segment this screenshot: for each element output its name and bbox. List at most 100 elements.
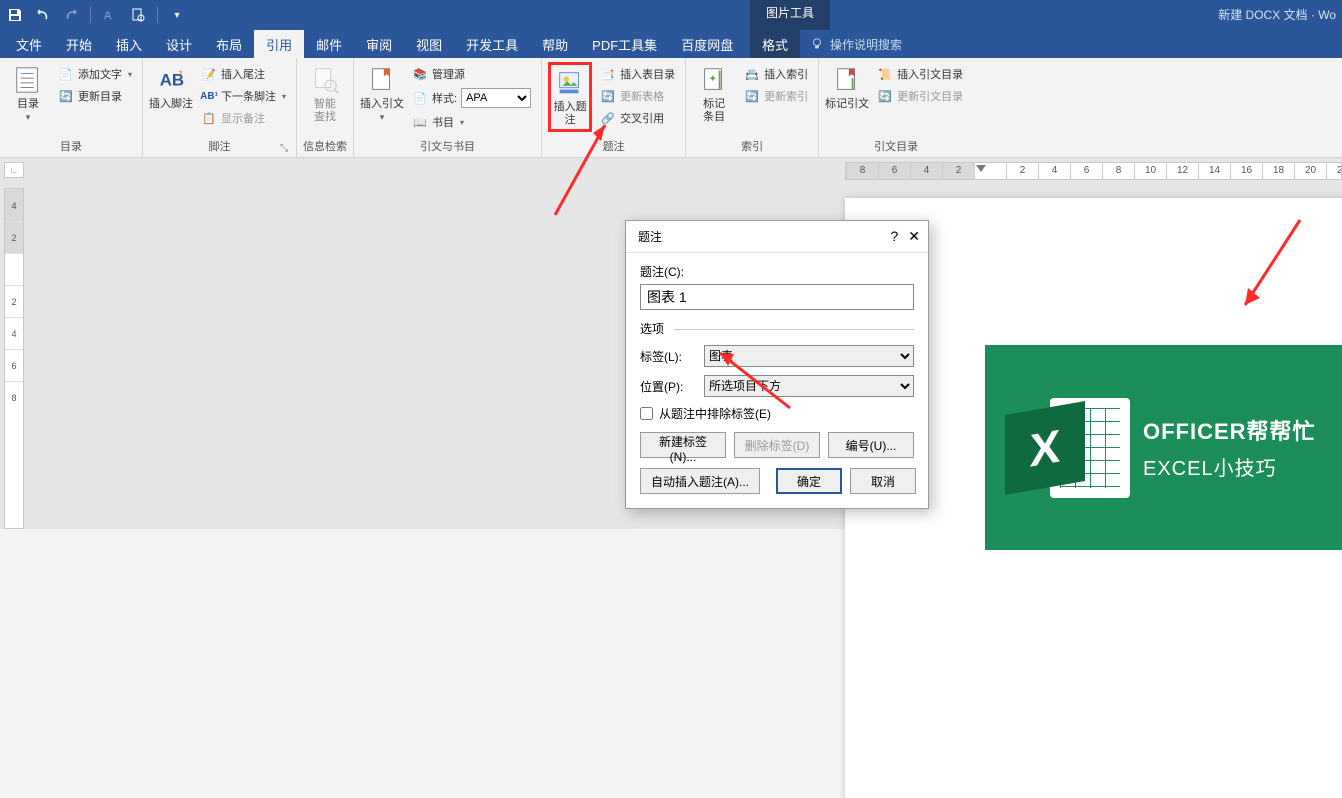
new-label-button[interactable]: 新建标签(N)... — [640, 432, 726, 458]
lightbulb-icon — [810, 37, 824, 51]
ruler-tick: 10 — [1134, 163, 1166, 179]
tab-help[interactable]: 帮助 — [530, 30, 580, 58]
update-toc-button[interactable]: 🔄更新目录 — [54, 86, 136, 106]
next-footnote-button[interactable]: AB¹下一条脚注▾ — [197, 86, 290, 106]
qat-customize-icon[interactable]: ▾ — [166, 4, 188, 26]
ruler-corner: ∟ — [4, 162, 24, 178]
tab-design[interactable]: 设计 — [154, 30, 204, 58]
insert-endnote-button[interactable]: 📝插入尾注 — [197, 64, 290, 84]
exclude-label-checkbox[interactable] — [640, 407, 653, 420]
position-label: 位置(P): — [640, 378, 696, 395]
tab-review[interactable]: 审阅 — [354, 30, 404, 58]
ruler-vertical[interactable]: 4 2 2 4 6 8 — [4, 188, 24, 529]
group-label-caption: 题注 — [548, 136, 679, 157]
ruler-tick: 18 — [1262, 163, 1294, 179]
help-icon[interactable]: ? — [890, 228, 898, 245]
group-footnote: AB1 插入脚注 📝插入尾注 AB¹下一条脚注▾ 📋显示备注 脚注⤡ — [143, 58, 297, 157]
add-text-button[interactable]: 📄添加文字▾ — [54, 64, 136, 84]
label-label: 标签(L): — [640, 348, 696, 365]
dialog-launcher-icon[interactable]: ⤡ — [278, 143, 290, 155]
footnote-icon: AB1 — [155, 64, 187, 96]
group-label-toc: 目录 — [6, 136, 136, 157]
ruler-tick: 16 — [1230, 163, 1262, 179]
tab-mailings[interactable]: 邮件 — [304, 30, 354, 58]
undo-icon[interactable] — [32, 4, 54, 26]
insert-footnote-button[interactable]: AB1 插入脚注 — [149, 62, 193, 111]
update-index-icon: 🔄 — [744, 88, 760, 104]
ruler-tick: 4 — [5, 189, 23, 221]
tab-format[interactable]: 格式 — [750, 30, 800, 58]
group-research: 智能查找 信息检索 — [297, 58, 354, 157]
ok-button[interactable]: 确定 — [776, 468, 842, 494]
caption-dialog: 题注 ? ✕ 题注(C): 选项 标签(L): 图表 位置(P): 所选项目下方… — [625, 220, 929, 509]
print-preview-icon[interactable] — [127, 4, 149, 26]
ruler-tick: 12 — [1166, 163, 1198, 179]
tab-home[interactable]: 开始 — [54, 30, 104, 58]
group-label-footnote: 脚注⤡ — [149, 136, 290, 157]
insert-index-button[interactable]: 📇插入索引 — [740, 64, 812, 84]
update-index-button[interactable]: 🔄更新索引 — [740, 86, 812, 106]
tab-file[interactable]: 文件 — [4, 30, 54, 58]
caption-field-label: 题注(C): — [640, 263, 914, 280]
update-tof-button[interactable]: 🔄更新表格 — [596, 86, 679, 106]
inserted-image[interactable]: X OFFICER帮帮忙 EXCEL小技巧 — [985, 345, 1342, 550]
update-toa-button[interactable]: 🔄更新引文目录 — [873, 86, 967, 106]
mark-citation-button[interactable]: 标记引文 — [825, 62, 869, 111]
insert-tof-button[interactable]: 📑插入表目录 — [596, 64, 679, 84]
mark-entry-button[interactable]: ✦ 标记条目 — [692, 62, 736, 124]
dialog-titlebar[interactable]: 题注 ? ✕ — [626, 221, 928, 253]
ruler-tick: 4 — [5, 317, 23, 349]
svg-text:✦: ✦ — [708, 74, 717, 85]
tab-layout[interactable]: 布局 — [204, 30, 254, 58]
label-select[interactable]: 图表 — [704, 345, 914, 367]
tab-insert[interactable]: 插入 — [104, 30, 154, 58]
update-tof-icon: 🔄 — [600, 88, 616, 104]
ruler-tick: 6 — [5, 349, 23, 381]
toc-icon — [12, 64, 44, 96]
ruler-tick: 22 — [1326, 163, 1342, 179]
tab-view[interactable]: 视图 — [404, 30, 454, 58]
tof-icon: 📑 — [600, 66, 616, 82]
tell-me-search[interactable]: 操作说明搜索 — [800, 30, 912, 58]
group-label-toa: 引文目录 — [825, 136, 967, 157]
cancel-button[interactable]: 取消 — [850, 468, 916, 494]
ribbon-tabs: 文件 开始 插入 设计 布局 引用 邮件 审阅 视图 开发工具 帮助 PDF工具… — [0, 30, 1342, 58]
font-size-icon[interactable]: A — [99, 4, 121, 26]
close-icon[interactable]: ✕ — [908, 228, 920, 245]
tab-references[interactable]: 引用 — [254, 30, 304, 58]
show-notes-icon: 📋 — [201, 110, 217, 126]
options-label: 选项 — [640, 320, 914, 337]
smart-lookup-button[interactable]: 智能查找 — [303, 62, 347, 124]
ruler-tick: 4 — [910, 163, 942, 179]
redo-icon[interactable] — [60, 4, 82, 26]
ruler-horizontal[interactable]: 8 6 4 2 2 4 6 8 10 12 14 16 18 20 22 — [845, 162, 1342, 180]
svg-text:A: A — [104, 10, 112, 22]
citation-style-select[interactable]: APA — [461, 88, 531, 108]
insert-toa-button[interactable]: 📜插入引文目录 — [873, 64, 967, 84]
tab-developer[interactable]: 开发工具 — [454, 30, 530, 58]
save-icon[interactable] — [4, 4, 26, 26]
ruler-tick: 2 — [942, 163, 974, 179]
tab-baidu[interactable]: 百度网盘 — [669, 30, 745, 58]
ruler-tick: 20 — [1294, 163, 1326, 179]
caption-input[interactable] — [640, 284, 914, 310]
position-select[interactable]: 所选项目下方 — [704, 375, 914, 397]
numbering-button[interactable]: 编号(U)... — [828, 432, 914, 458]
ruler-tick: 14 — [1198, 163, 1230, 179]
toc-button[interactable]: 目录▾ — [6, 62, 50, 124]
citation-style-row: 📄 样式: APA — [408, 86, 535, 110]
crossref-icon: 🔗 — [600, 110, 616, 126]
bibliography-button[interactable]: 📖书目▾ — [408, 112, 535, 132]
tab-pdf[interactable]: PDF工具集 — [580, 30, 669, 58]
auto-caption-button[interactable]: 自动插入题注(A)... — [640, 468, 760, 494]
delete-label-button[interactable]: 删除标签(D) — [734, 432, 820, 458]
group-label-index: 索引 — [692, 136, 812, 157]
show-notes-button[interactable]: 📋显示备注 — [197, 108, 290, 128]
svg-text:1: 1 — [179, 68, 184, 78]
insert-citation-button[interactable]: 插入引文▾ — [360, 62, 404, 124]
indent-marker-icon[interactable] — [976, 165, 986, 172]
manage-sources-button[interactable]: 📚管理源 — [408, 64, 535, 84]
cross-reference-button[interactable]: 🔗交叉引用 — [596, 108, 679, 128]
update-toa-icon: 🔄 — [877, 88, 893, 104]
insert-caption-button[interactable]: 插入题注 — [548, 62, 592, 132]
